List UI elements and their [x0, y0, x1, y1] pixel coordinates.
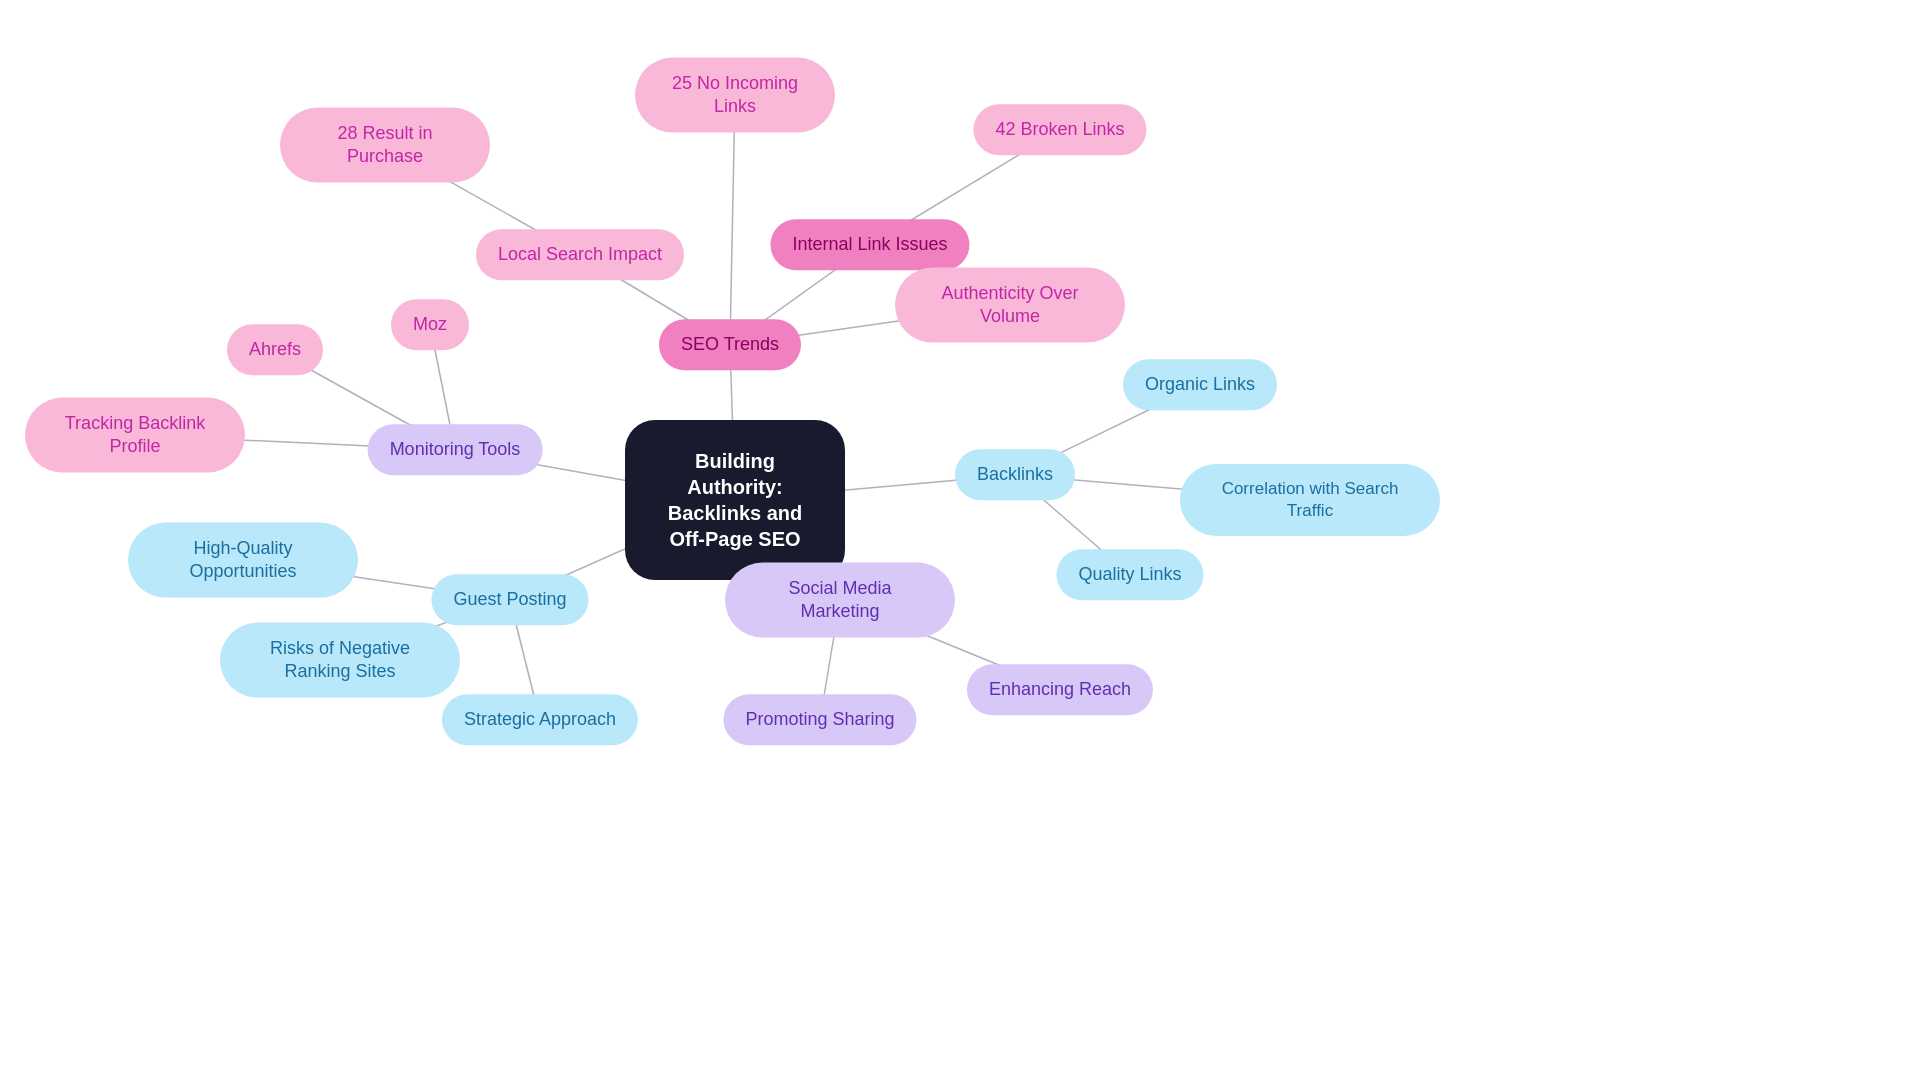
quality-links-node[interactable]: Quality Links [1056, 549, 1203, 600]
high-quality-opportunities-node[interactable]: High-Quality Opportunities [128, 523, 358, 598]
local-search-impact-node[interactable]: Local Search Impact [476, 229, 684, 280]
promoting-sharing-node[interactable]: Promoting Sharing [723, 694, 916, 745]
result-in-purchase-node[interactable]: 28 Result in Purchase [280, 108, 490, 183]
internal-link-issues-node[interactable]: Internal Link Issues [770, 219, 969, 270]
moz-node[interactable]: Moz [391, 299, 469, 350]
social-media-marketing-node[interactable]: Social Media Marketing [725, 563, 955, 638]
organic-links-node[interactable]: Organic Links [1123, 359, 1277, 410]
guest-posting-node[interactable]: Guest Posting [431, 574, 588, 625]
no-incoming-links-node[interactable]: 25 No Incoming Links [635, 58, 835, 133]
backlinks-node[interactable]: Backlinks [955, 449, 1075, 500]
correlation-search-traffic-node[interactable]: Correlation with Search Traffic [1180, 464, 1440, 536]
authenticity-over-volume-node[interactable]: Authenticity Over Volume [895, 268, 1125, 343]
mindmap-container: Building Authority: Backlinks and Off-Pa… [0, 0, 1920, 1083]
center-node[interactable]: Building Authority: Backlinks and Off-Pa… [625, 420, 845, 580]
broken-links-node[interactable]: 42 Broken Links [973, 104, 1146, 155]
svg-line-1 [730, 95, 735, 345]
tracking-backlink-profile-node[interactable]: Tracking Backlink Profile [25, 398, 245, 473]
risks-negative-ranking-node[interactable]: Risks of Negative Ranking Sites [220, 623, 460, 698]
strategic-approach-node[interactable]: Strategic Approach [442, 694, 638, 745]
ahrefs-node[interactable]: Ahrefs [227, 324, 323, 375]
monitoring-tools-node[interactable]: Monitoring Tools [368, 424, 543, 475]
enhancing-reach-node[interactable]: Enhancing Reach [967, 664, 1153, 715]
seo-trends-node[interactable]: SEO Trends [659, 319, 801, 370]
